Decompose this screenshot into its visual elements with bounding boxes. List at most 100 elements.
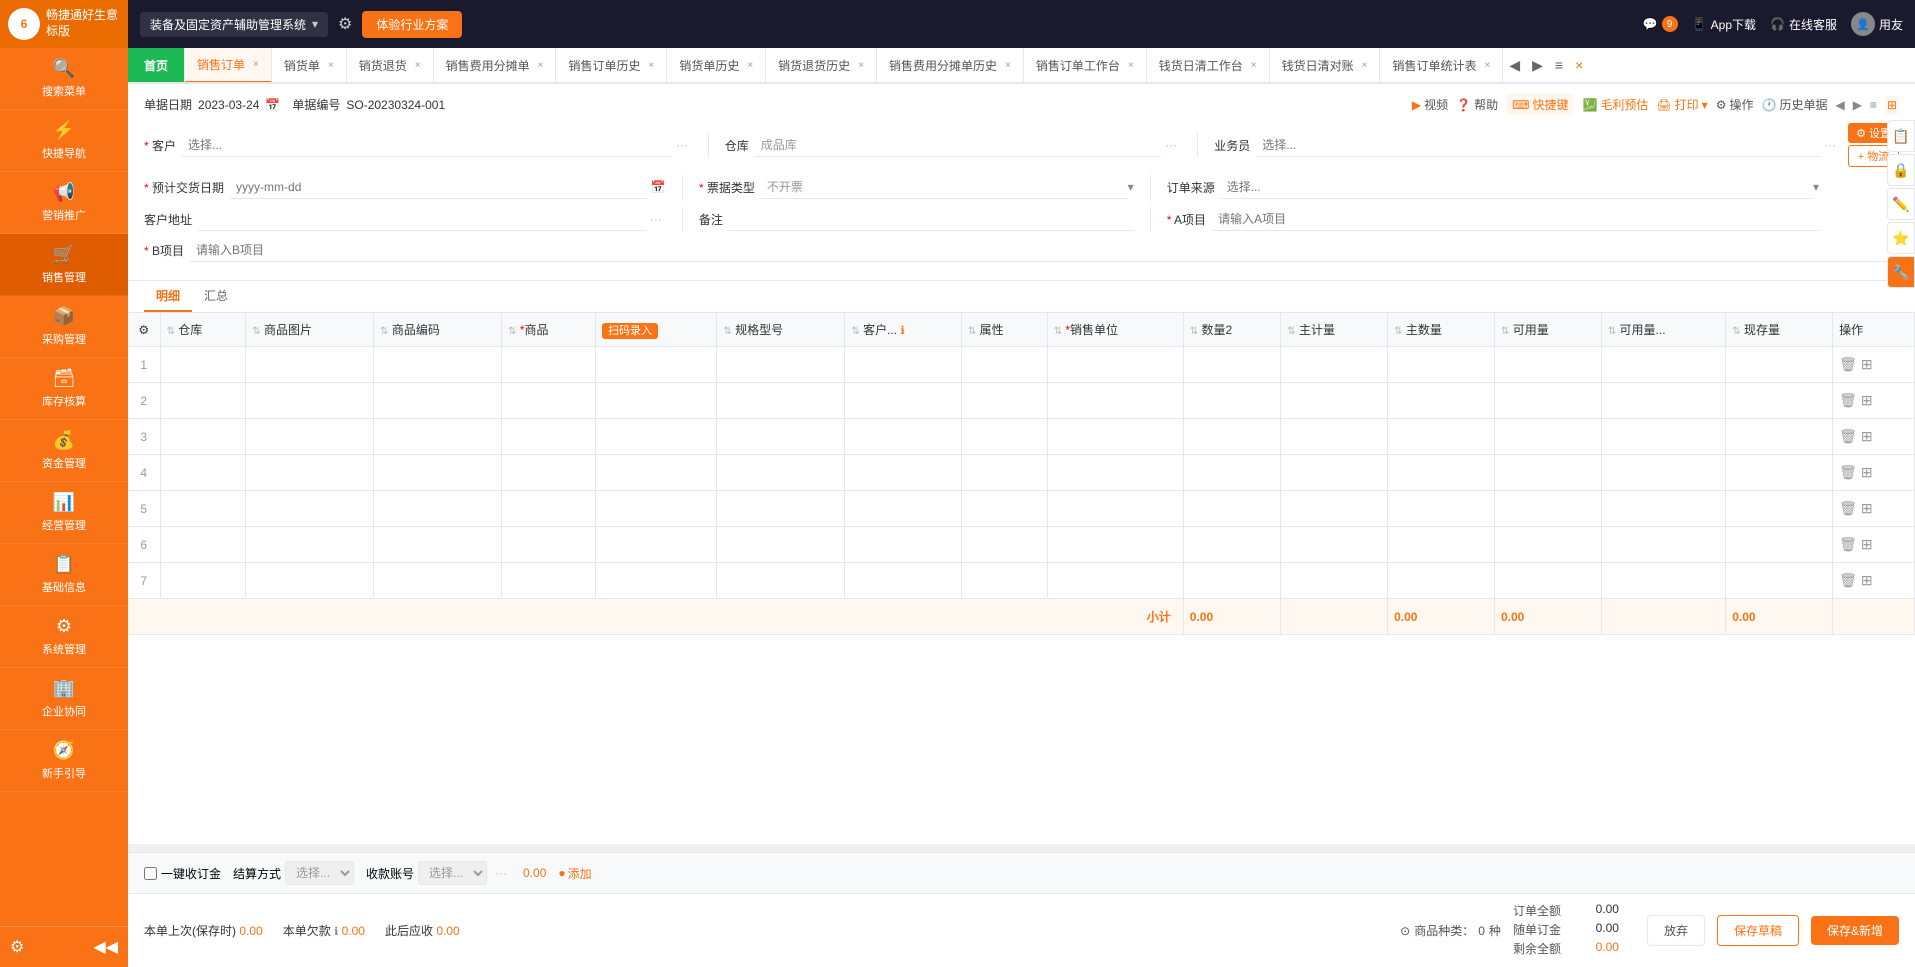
sidebar-item-sales[interactable]: 🛒 销售管理 [0,234,128,296]
tab-sales-workbench[interactable]: 销售订单工作台 × [1024,48,1147,83]
invoice-input[interactable] [761,176,1128,199]
row-available2-1[interactable] [1601,347,1725,383]
table-tab-summary[interactable]: 汇总 [192,281,240,312]
tab-close-sales-return-hist[interactable]: × [858,60,864,71]
row-available2-2[interactable] [1601,383,1725,419]
view-btn[interactable]: ▶ 视频 [1412,96,1448,113]
sidebar-item-basic[interactable]: 📋 基础信息 [0,544,128,606]
shortcut-btn[interactable]: ⌨ 快捷键 [1506,94,1574,115]
delete-icon-7[interactable]: 🗑 [1839,572,1857,589]
user-menu[interactable]: 👤 用友 [1851,12,1903,36]
tab-close-sales-return[interactable]: × [415,60,421,71]
row-warehouse-1[interactable] [160,347,246,383]
bank-more-icon[interactable]: ··· [491,866,511,880]
tab-close-cash-reconcile[interactable]: × [1362,60,1368,71]
add-button[interactable]: ● 添加 [558,865,591,882]
ops-btn[interactable]: ⚙ 操作 [1716,96,1754,113]
tab-close-sales-fee[interactable]: × [538,60,544,71]
print-dropdown-icon[interactable]: ▾ [1702,98,1708,112]
row-main-qty-1[interactable] [1388,347,1495,383]
row-image-1[interactable] [246,347,374,383]
sidebar-item-finance[interactable]: 💰 资金管理 [0,420,128,482]
settings-icon[interactable]: ⚙ [10,937,24,957]
copy-icon-7[interactable]: ⊞ [1861,572,1873,589]
sidebar-item-search[interactable]: 🔍 搜索菜单 [0,48,128,110]
bank-select[interactable]: 选择... [418,861,487,885]
delete-icon-3[interactable]: 🗑 [1839,428,1857,445]
sidebar-item-operations[interactable]: 📊 经营管理 [0,482,128,544]
delivery-input[interactable] [230,176,647,199]
sidebar-item-quick[interactable]: ⚡ 快捷导航 [0,110,128,172]
tab-cash-reconcile[interactable]: 钱货日清对账 × [1270,48,1381,83]
collapse-icon[interactable]: ◀◀ [93,937,118,957]
calendar-icon[interactable]: 📅 [265,98,280,112]
salesperson-more-icon[interactable]: ··· [1820,138,1840,152]
right-panel-clipboard[interactable]: 📋 [1887,120,1915,152]
row-main-qty-2[interactable] [1388,383,1495,419]
tab-sales-fee-hist[interactable]: 销售费用分摊单历史 × [877,48,1024,83]
row-spec-2[interactable] [717,383,845,419]
copy-icon-2[interactable]: ⊞ [1861,392,1873,409]
copy-icon-6[interactable]: ⊞ [1861,536,1873,553]
row-attr-1[interactable] [961,347,1047,383]
payment-select[interactable]: 选择... [285,861,354,885]
sidebar-item-marketing[interactable]: 📢 营销推广 [0,172,128,234]
sidebar-item-enterprise[interactable]: 🏢 企业协同 [0,668,128,730]
tab-close-sales-fee-hist[interactable]: × [1005,60,1011,71]
row-unit-1[interactable] [1047,347,1183,383]
tab-close-all[interactable]: × [1569,57,1589,73]
delete-icon-2[interactable]: 🗑 [1839,392,1857,409]
discard-button[interactable]: 放弃 [1647,915,1705,946]
th-settings[interactable]: ⚙ [128,313,160,347]
sidebar-item-guide[interactable]: 🧭 新手引导 [0,730,128,792]
row-unit-2[interactable] [1047,383,1183,419]
form-view-icon[interactable]: ⊞ [1885,96,1899,114]
row-code-2[interactable] [374,383,502,419]
tab-close-sales-stat[interactable]: × [1484,60,1490,71]
nav-prev-icon[interactable]: ◀ [1835,98,1844,112]
delete-icon-5[interactable]: 🗑 [1839,500,1857,517]
row-qty2-2[interactable] [1183,383,1280,419]
sidebar-item-inventory[interactable]: 🗃 库存核算 [0,358,128,420]
copy-icon-4[interactable]: ⊞ [1861,464,1873,481]
tab-invoice[interactable]: 销货单 × [272,48,347,83]
delete-icon-1[interactable]: 🗑 [1839,356,1857,373]
help-btn[interactable]: ❓ 帮助 [1456,96,1498,113]
dropdown-icon[interactable]: ▾ [312,17,318,31]
row-stock-2[interactable] [1726,383,1833,419]
row-product-2[interactable] [502,383,596,419]
nav-next-icon[interactable]: ▶ [1853,98,1862,112]
customer-more-icon[interactable]: ··· [672,138,692,152]
note-input[interactable] [729,208,1134,231]
tab-sales-fee[interactable]: 销售费用分摊单 × [434,48,557,83]
tab-close-sales-order[interactable]: × [253,59,259,70]
row-scan-2[interactable] [596,383,717,419]
row-stock-1[interactable] [1726,347,1833,383]
tab-next[interactable]: ▶ [1526,57,1549,74]
horizontal-scrollbar[interactable] [128,844,1915,852]
row-product-1[interactable] [502,347,596,383]
profit-btn[interactable]: 💹 毛利预估 [1582,96,1648,113]
history-btn[interactable]: 🕐 历史单据 [1761,96,1827,113]
th-scan[interactable]: 扫码录入 [596,313,717,347]
copy-icon-1[interactable]: ⊞ [1861,356,1873,373]
row-attr-2[interactable] [961,383,1047,419]
online-service[interactable]: 🎧 在线客服 [1770,16,1837,33]
tab-sales-order-hist[interactable]: 销售订单历史 × [556,48,667,83]
b-project-input[interactable] [190,239,1899,262]
salesperson-input[interactable] [1256,134,1820,157]
right-panel-lock[interactable]: 🔒 [1887,154,1915,186]
row-code-1[interactable] [374,347,502,383]
row-customer-code-1[interactable] [845,347,962,383]
copy-icon-3[interactable]: ⊞ [1861,428,1873,445]
row-available-1[interactable] [1494,347,1601,383]
row-image-2[interactable] [246,383,374,419]
row-spec-1[interactable] [717,347,845,383]
goods-count-icon[interactable]: ⊙ [1400,924,1410,938]
sidebar-item-purchase[interactable]: 📦 采购管理 [0,296,128,358]
tab-menu[interactable]: ≡ [1549,57,1569,73]
warehouse-input[interactable] [755,134,1161,157]
addr-more-icon[interactable]: ··· [646,212,666,226]
save-draft-button[interactable]: 保存草稿 [1717,915,1799,946]
tab-sales-return-hist[interactable]: 销货退货历史 × [766,48,877,83]
